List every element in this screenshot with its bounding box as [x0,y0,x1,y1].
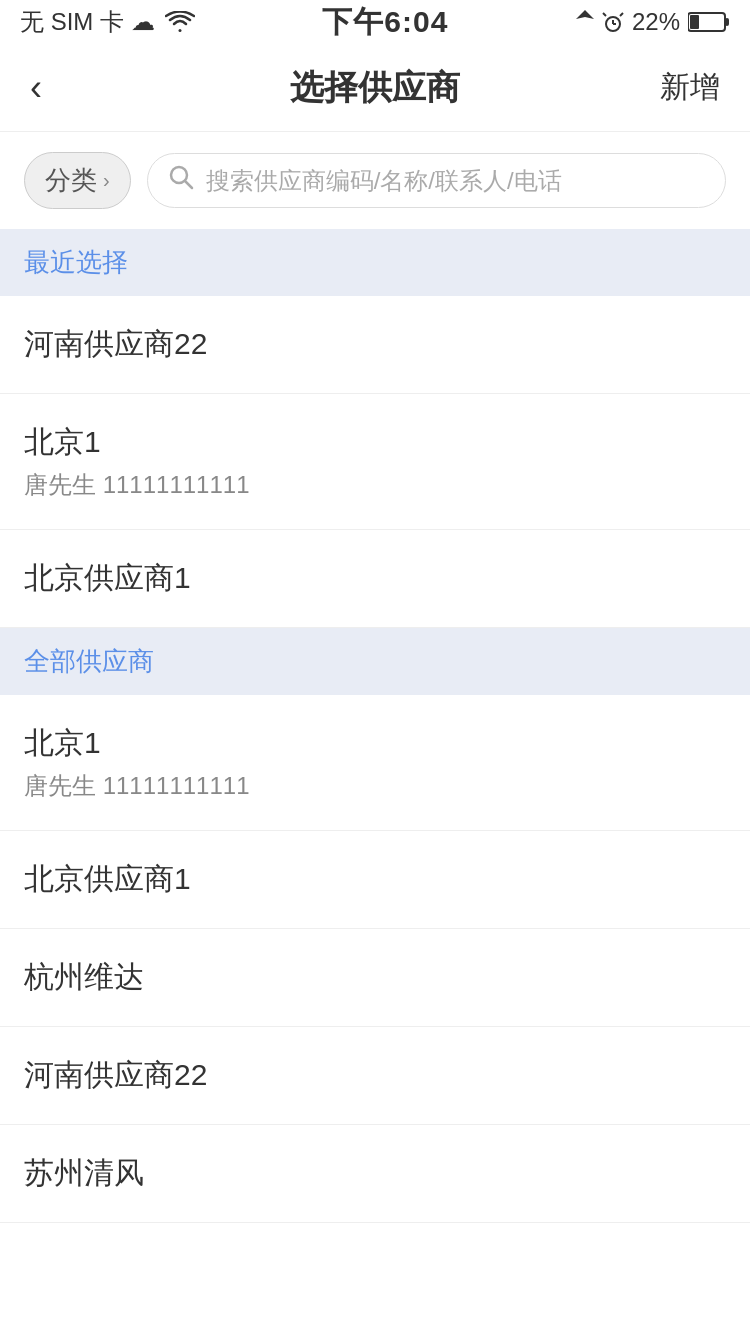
list-item[interactable]: 河南供应商22 [0,296,750,394]
list-item[interactable]: 杭州维达 [0,929,750,1027]
wifi-icon [165,11,195,33]
item-name: 北京供应商1 [24,859,726,900]
section-header-all: 全部供应商 [0,628,750,695]
svg-line-9 [185,181,192,188]
battery-icon [688,11,730,33]
list-item[interactable]: 北京1 唐先生 11111111111 [0,394,750,530]
svg-rect-7 [725,18,729,26]
status-left: 无 SIM 卡 ☁ [20,6,195,38]
page-title: 选择供应商 [290,65,460,111]
item-name: 河南供应商22 [24,324,726,365]
list-item[interactable]: 苏州清风 [0,1125,750,1223]
filter-bar: 分类 › [0,132,750,229]
item-name: 北京1 [24,422,726,463]
item-name: 北京1 [24,723,726,764]
item-sub: 唐先生 11111111111 [24,770,726,802]
item-name: 苏州清风 [24,1153,726,1194]
sim-text: 无 SIM 卡 ☁ [20,6,155,38]
search-icon [168,164,194,197]
list-item[interactable]: 北京1 唐先生 11111111111 [0,695,750,831]
section-header-recent: 最近选择 [0,229,750,296]
svg-rect-6 [690,15,699,29]
add-button[interactable]: 新增 [660,67,720,108]
status-time: 下午6:04 [322,2,448,43]
svg-line-4 [620,13,623,16]
item-name: 杭州维达 [24,957,726,998]
search-input[interactable] [206,167,705,195]
location-icon [576,10,594,34]
category-button[interactable]: 分类 › [24,152,131,209]
supplier-list: 最近选择河南供应商22 北京1 唐先生 11111111111 北京供应商1 全部供应商… [0,229,750,1223]
status-right: 22% [576,8,730,36]
alarm-icon [602,11,624,33]
item-name: 河南供应商22 [24,1055,726,1096]
status-bar: 无 SIM 卡 ☁ 下午6:04 22% [0,0,750,44]
nav-bar: ‹ 选择供应商 新增 [0,44,750,132]
back-button[interactable]: ‹ [30,67,90,109]
category-label: 分类 [45,163,97,198]
chevron-right-icon: › [103,169,110,192]
item-sub: 唐先生 11111111111 [24,469,726,501]
svg-line-3 [603,13,606,16]
battery-text: 22% [632,8,680,36]
item-name: 北京供应商1 [24,558,726,599]
list-item[interactable]: 河南供应商22 [0,1027,750,1125]
list-item[interactable]: 北京供应商1 [0,530,750,628]
search-box [147,153,726,208]
list-item[interactable]: 北京供应商1 [0,831,750,929]
